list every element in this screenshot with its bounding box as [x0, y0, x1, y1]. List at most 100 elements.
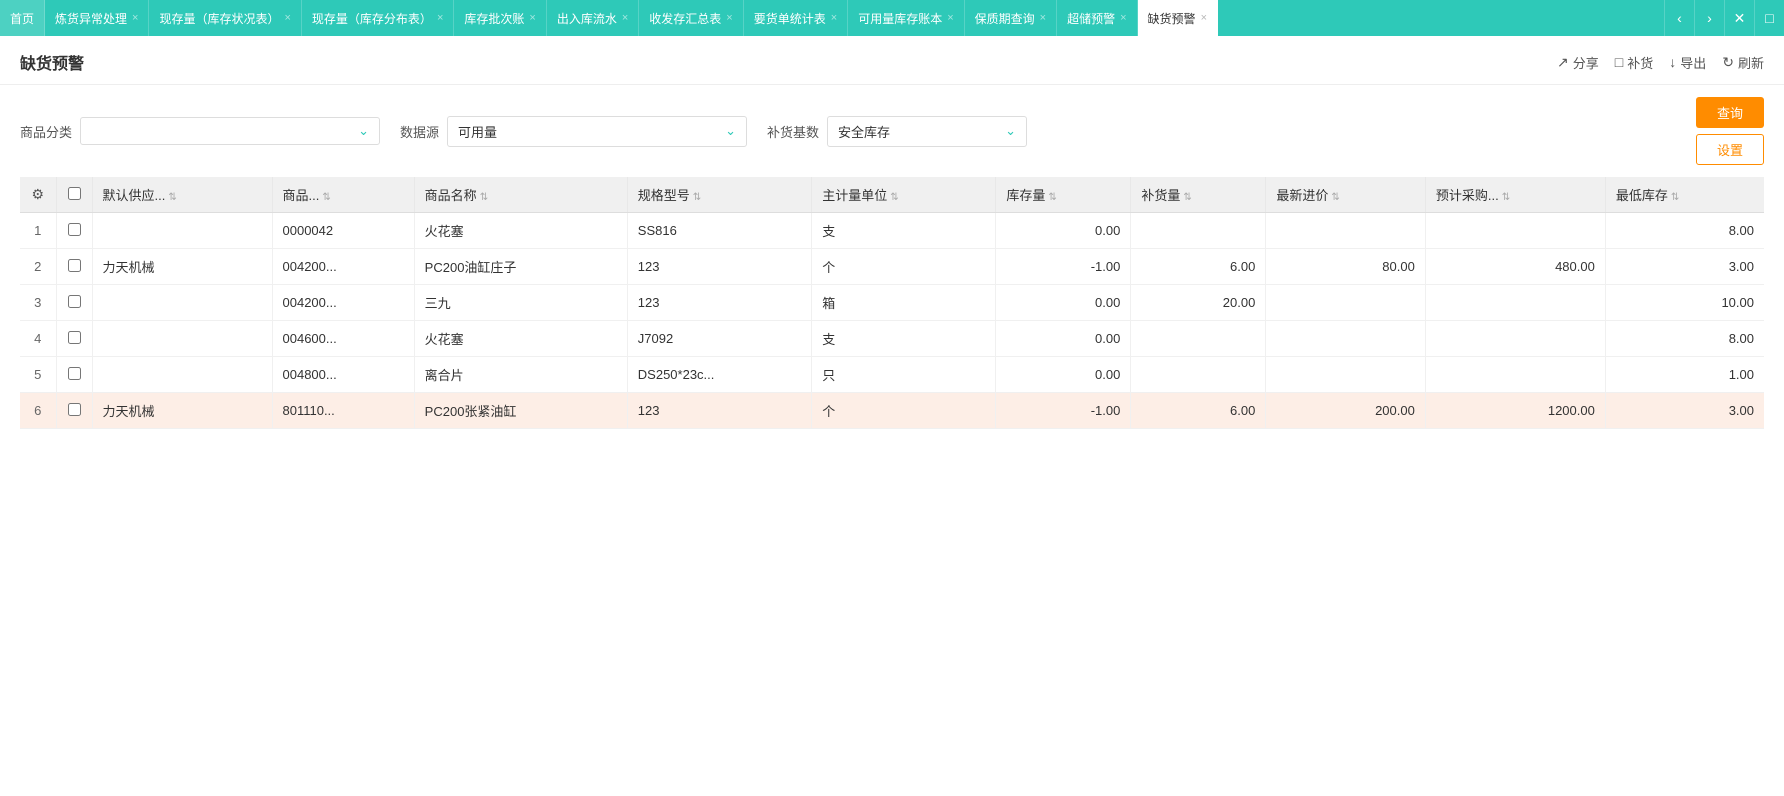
- cell-checkbox[interactable]: [56, 393, 92, 429]
- datasource-label: 数据源: [400, 122, 439, 141]
- cell-product_name: 火花塞: [414, 321, 627, 357]
- col-sort-icon-estimated_purchase[interactable]: ⇅: [1502, 192, 1510, 203]
- cell-stock: -1.00: [996, 393, 1131, 429]
- tab-label-avail-ledger: 可用量库存账本: [858, 10, 942, 27]
- tab-avail-ledger[interactable]: 可用量库存账本 ×: [848, 0, 964, 36]
- tab-close-inout-flow[interactable]: ×: [622, 12, 628, 24]
- row-checkbox[interactable]: [68, 259, 81, 272]
- tab-inventory-status[interactable]: 现存量（库存状况表） ×: [149, 0, 301, 36]
- tab-close-exception[interactable]: ×: [132, 12, 138, 24]
- cell-checkbox[interactable]: [56, 285, 92, 321]
- tab-inout-flow[interactable]: 出入库流水×: [547, 0, 639, 36]
- col-sort-icon-replenish_qty[interactable]: ⇅: [1183, 192, 1191, 203]
- cell-stock: 0.00: [996, 213, 1131, 249]
- col-sort-icon-default_supplier[interactable]: ⇅: [168, 192, 176, 203]
- col-header-stock: 库存量⇅: [996, 177, 1131, 213]
- tab-close-overstock[interactable]: ×: [1120, 12, 1126, 24]
- cell-checkbox[interactable]: [56, 249, 92, 285]
- cell-checkbox[interactable]: [56, 213, 92, 249]
- row-checkbox[interactable]: [68, 295, 81, 308]
- tab-prev-btn[interactable]: ‹: [1664, 0, 1694, 36]
- cell-index: 6: [20, 393, 56, 429]
- gear-icon[interactable]: ⚙: [31, 186, 44, 202]
- col-header-label-estimated_purchase: 预计采购...: [1436, 188, 1499, 203]
- row-checkbox[interactable]: [68, 403, 81, 416]
- export-icon: ↓: [1669, 54, 1676, 70]
- cell-unit: 支: [812, 321, 996, 357]
- tab-shortage[interactable]: 缺货预警×: [1138, 0, 1218, 36]
- tab-close-collect-summary[interactable]: ×: [726, 12, 732, 24]
- col-sort-icon-min_stock[interactable]: ⇅: [1671, 192, 1679, 203]
- tab-collect-summary[interactable]: 收发存汇总表×: [639, 0, 743, 36]
- cell-replenish_qty: [1131, 213, 1266, 249]
- replenish-base-select-value: 安全库存: [838, 122, 890, 141]
- tab-label-home: 首页: [10, 10, 34, 27]
- tab-close-avail-ledger[interactable]: ×: [947, 12, 953, 24]
- datasource-select[interactable]: 可用量 ⌄: [447, 116, 747, 147]
- tab-close-batch-account[interactable]: ×: [529, 12, 535, 24]
- row-checkbox[interactable]: [68, 223, 81, 236]
- tab-inventory-dist[interactable]: 现存量（库存分布表）×: [302, 0, 454, 36]
- cell-stock: 0.00: [996, 357, 1131, 393]
- tab-nav-buttons: ‹ › ✕ □: [1664, 0, 1784, 36]
- col-checkbox-header[interactable]: [56, 177, 92, 213]
- tab-next-btn[interactable]: ›: [1694, 0, 1724, 36]
- row-checkbox[interactable]: [68, 331, 81, 344]
- table-row: 6力天机械801110...PC200张紧油缸123个-1.006.00200.…: [20, 393, 1764, 429]
- col-header-label-latest_price: 最新进价: [1276, 188, 1328, 203]
- cell-default_supplier: 力天机械: [92, 393, 272, 429]
- tab-label-expiry-query: 保质期查询: [975, 10, 1035, 27]
- tab-maximize-btn[interactable]: □: [1754, 0, 1784, 36]
- col-header-label-stock: 库存量: [1006, 188, 1045, 203]
- col-sort-icon-product_name[interactable]: ⇅: [480, 192, 488, 203]
- cell-default_supplier: [92, 213, 272, 249]
- category-select[interactable]: ⌄: [80, 117, 380, 145]
- col-sort-icon-latest_price[interactable]: ⇅: [1331, 192, 1339, 203]
- tab-demand-stats[interactable]: 要货单统计表×: [744, 0, 848, 36]
- replenish-action[interactable]: □ 补货: [1615, 53, 1653, 72]
- refresh-action[interactable]: ↻ 刷新: [1722, 53, 1764, 72]
- col-sort-icon-product_code[interactable]: ⇅: [322, 192, 330, 203]
- tab-overstock[interactable]: 超储预警×: [1057, 0, 1137, 36]
- settings-button[interactable]: 设置: [1696, 134, 1764, 165]
- query-button[interactable]: 查询: [1696, 97, 1764, 128]
- select-all-checkbox[interactable]: [68, 187, 81, 200]
- tab-close-demand-stats[interactable]: ×: [831, 12, 837, 24]
- tab-exception[interactable]: 炼货异常处理 ×: [45, 0, 149, 36]
- tab-label-batch-account: 库存批次账: [464, 10, 524, 27]
- refresh-icon: ↻: [1722, 54, 1734, 71]
- tab-label-inventory-status: 现存量（库存状况表）: [159, 10, 279, 27]
- cell-default_supplier: [92, 357, 272, 393]
- tab-home[interactable]: 首页: [0, 0, 45, 36]
- row-checkbox[interactable]: [68, 367, 81, 380]
- cell-checkbox[interactable]: [56, 321, 92, 357]
- category-label: 商品分类: [20, 122, 72, 141]
- tab-expiry-query[interactable]: 保质期查询 ×: [965, 0, 1057, 36]
- replenish-base-select[interactable]: 安全库存 ⌄: [827, 116, 1027, 147]
- cell-checkbox[interactable]: [56, 357, 92, 393]
- cell-estimated_purchase: 1200.00: [1425, 393, 1605, 429]
- filter-actions: 查询 设置: [1696, 97, 1764, 165]
- cell-default_supplier: [92, 321, 272, 357]
- cell-spec: 123: [627, 393, 811, 429]
- datasource-filter-group: 数据源 可用量 ⌄: [400, 116, 747, 147]
- tab-close-shortage[interactable]: ×: [1201, 12, 1207, 24]
- tab-close-all-btn[interactable]: ✕: [1724, 0, 1754, 36]
- tab-batch-account[interactable]: 库存批次账 ×: [454, 0, 546, 36]
- share-action[interactable]: ↗ 分享: [1557, 53, 1599, 72]
- tab-close-inventory-dist[interactable]: ×: [437, 12, 443, 24]
- export-action[interactable]: ↓ 导出: [1669, 53, 1706, 72]
- replenish-base-filter-group: 补货基数 安全库存 ⌄: [767, 116, 1027, 147]
- cell-latest_price: 200.00: [1266, 393, 1426, 429]
- col-header-default_supplier: 默认供应...⇅: [92, 177, 272, 213]
- cell-product_name: 火花塞: [414, 213, 627, 249]
- tab-close-expiry-query[interactable]: ×: [1040, 12, 1046, 24]
- tab-close-inventory-status[interactable]: ×: [284, 12, 290, 24]
- cell-latest_price: [1266, 321, 1426, 357]
- col-settings[interactable]: ⚙: [20, 177, 56, 213]
- cell-default_supplier: 力天机械: [92, 249, 272, 285]
- tab-label-exception: 炼货异常处理: [55, 10, 127, 27]
- col-sort-icon-spec[interactable]: ⇅: [693, 192, 701, 203]
- col-sort-icon-stock[interactable]: ⇅: [1048, 192, 1056, 203]
- col-sort-icon-unit[interactable]: ⇅: [890, 192, 898, 203]
